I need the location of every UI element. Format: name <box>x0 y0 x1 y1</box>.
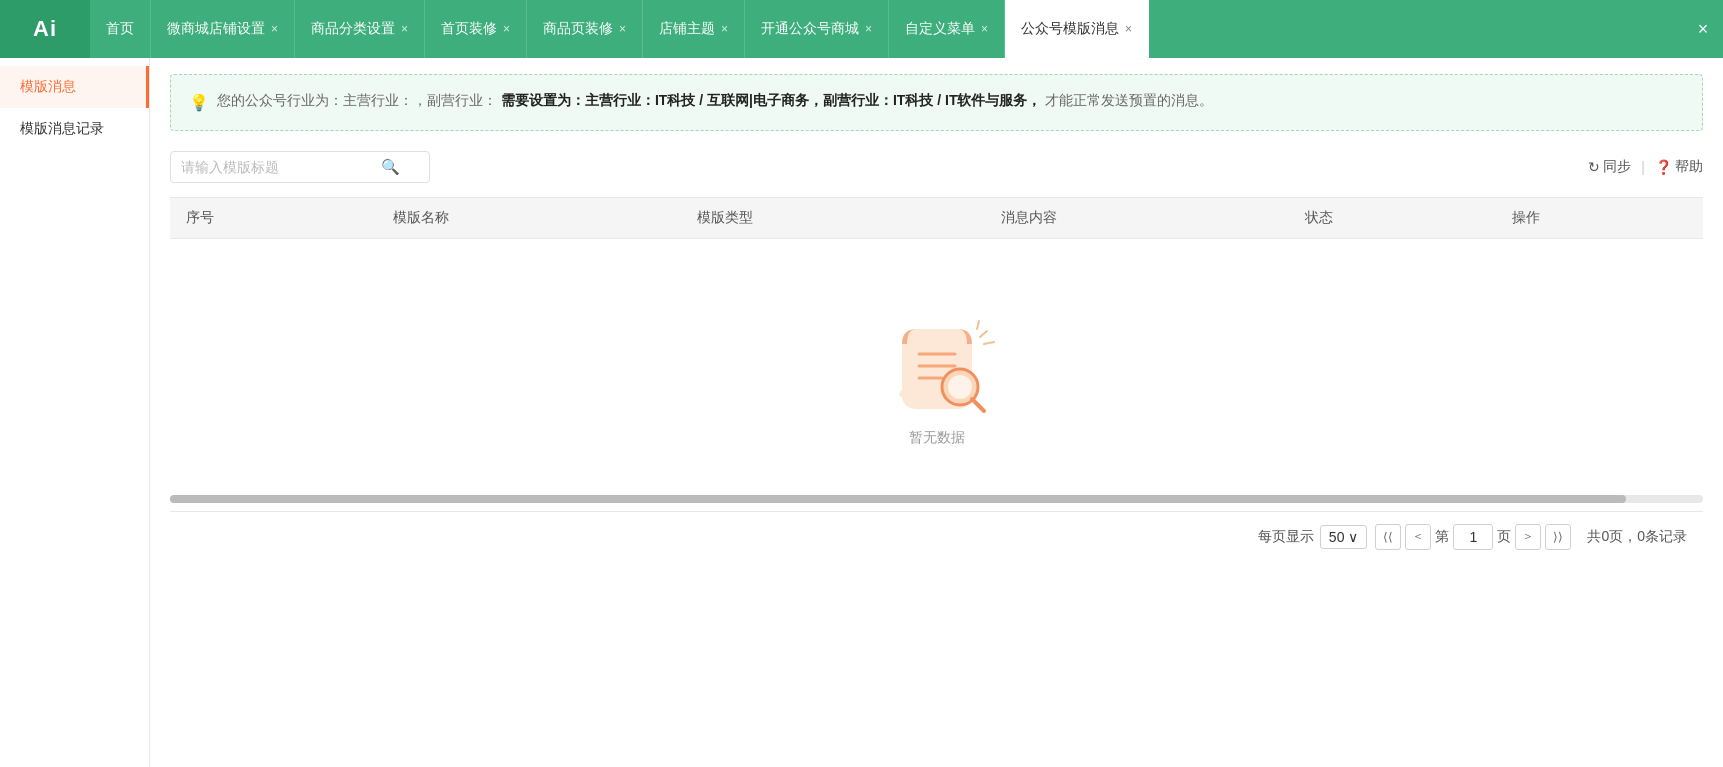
page-size-value: 50 <box>1329 529 1345 545</box>
nav-tab-open-shop[interactable]: 开通公众号商城 × <box>745 0 889 58</box>
close-tab-icon[interactable]: × <box>401 22 408 36</box>
notice-text: 您的公众号行业为：主营行业：，副营行业： 需要设置为：主营行业：IT科技 / 互… <box>217 89 1213 111</box>
last-page-button[interactable]: ⟩⟩ <box>1545 524 1571 550</box>
empty-state-cell: 暂无数据 <box>170 238 1703 487</box>
prev-page-button[interactable]: ＜ <box>1405 524 1431 550</box>
search-input-wrap[interactable]: 🔍 <box>170 151 430 183</box>
table-header-row: 序号模版名称模版类型消息内容状态操作 <box>170 197 1703 238</box>
top-nav: Ai 首页微商城店铺设置×商品分类设置×首页装修×商品页装修×店铺主题×开通公众… <box>0 0 1723 58</box>
empty-text: 暂无数据 <box>909 429 965 447</box>
notice-banner: 💡 您的公众号行业为：主营行业：，副营行业： 需要设置为：主营行业：IT科技 /… <box>170 74 1703 131</box>
nav-tab-category-settings[interactable]: 商品分类设置 × <box>295 0 425 58</box>
close-tab-icon[interactable]: × <box>721 22 728 36</box>
close-tab-icon[interactable]: × <box>981 22 988 36</box>
nav-tab-custom-menu[interactable]: 自定义菜单 × <box>889 0 1005 58</box>
search-input[interactable] <box>181 159 381 175</box>
search-bar: 🔍 ↻ 同步 | ❓ 帮助 <box>170 151 1703 183</box>
nav-tab-label: 商品分类设置 <box>311 20 395 38</box>
table-header: 序号模版名称模版类型消息内容状态操作 <box>170 197 1703 238</box>
close-tab-icon[interactable]: × <box>271 22 278 36</box>
toolbar-right: ↻ 同步 | ❓ 帮助 <box>1588 158 1703 176</box>
nav-tab-product-decor[interactable]: 商品页装修 × <box>527 0 643 58</box>
svg-line-6 <box>972 399 984 411</box>
page-size-dropdown[interactable]: 50 ∨ <box>1320 525 1368 549</box>
logo: Ai <box>0 0 90 58</box>
sidebar-item-template-record[interactable]: 模版消息记录 <box>0 108 149 150</box>
main-layout: 模版消息模版消息记录 💡 您的公众号行业为：主营行业：，副营行业： 需要设置为：… <box>0 58 1723 767</box>
nav-tab-shop-settings[interactable]: 微商城店铺设置 × <box>151 0 295 58</box>
page-number-input[interactable] <box>1453 524 1493 550</box>
close-tab-icon[interactable]: × <box>503 22 510 36</box>
nav-tab-label: 开通公众号商城 <box>761 20 859 38</box>
empty-state: 暂无数据 <box>170 239 1703 487</box>
col-header-content: 消息内容 <box>985 197 1289 238</box>
nav-tab-template-msg[interactable]: 公众号模版消息 × <box>1005 0 1149 58</box>
pagination-bar: 每页显示 50 ∨ ⟨⟨ ＜ 第 页 ＞ ⟩⟩ 共0页，0条记录 <box>170 511 1703 550</box>
svg-line-7 <box>980 331 987 337</box>
content-area: 💡 您的公众号行业为：主营行业：，副营行业： 需要设置为：主营行业：IT科技 /… <box>150 58 1723 767</box>
refresh-icon: ↻ <box>1588 159 1600 175</box>
help-icon: ❓ <box>1655 159 1672 175</box>
col-header-name: 模版名称 <box>377 197 681 238</box>
nav-tab-label: 首页装修 <box>441 20 497 38</box>
scrollbar-thumb[interactable] <box>170 495 1626 503</box>
close-tab-icon[interactable]: × <box>619 22 626 36</box>
nav-tab-label: 店铺主题 <box>659 20 715 38</box>
col-header-action: 操作 <box>1496 197 1703 238</box>
svg-line-9 <box>977 321 979 329</box>
col-header-status: 状态 <box>1289 197 1496 238</box>
nav-tabs: 首页微商城店铺设置×商品分类设置×首页装修×商品页装修×店铺主题×开通公众号商城… <box>90 0 1683 58</box>
nav-tab-label: 微商城店铺设置 <box>167 20 265 38</box>
sidebar: 模版消息模版消息记录 <box>0 58 150 767</box>
page-nav: ⟨⟨ ＜ 第 页 ＞ ⟩⟩ <box>1375 524 1571 550</box>
nav-tab-label: 首页 <box>106 20 134 38</box>
close-tab-icon[interactable]: × <box>865 22 872 36</box>
table-body: 暂无数据 <box>170 238 1703 487</box>
nav-tab-label: 商品页装修 <box>543 20 613 38</box>
svg-point-5 <box>948 375 972 399</box>
empty-state-row: 暂无数据 <box>170 238 1703 487</box>
data-table: 序号模版名称模版类型消息内容状态操作 <box>170 197 1703 487</box>
sync-label: 同步 <box>1603 158 1631 176</box>
nav-tab-home-decor[interactable]: 首页装修 × <box>425 0 527 58</box>
notice-highlight: 需要设置为：主营行业：IT科技 / 互联网|电子商务，副营行业：IT科技 / I… <box>501 92 1042 108</box>
nav-tab-label: 公众号模版消息 <box>1021 20 1119 38</box>
page-size-select: 每页显示 50 ∨ <box>1258 525 1368 549</box>
bulb-icon: 💡 <box>189 90 209 116</box>
nav-tab-label: 自定义菜单 <box>905 20 975 38</box>
page-label: 第 <box>1435 528 1449 546</box>
search-icon[interactable]: 🔍 <box>381 158 400 176</box>
empty-illustration <box>872 299 1002 429</box>
col-header-seq: 序号 <box>170 197 377 238</box>
first-page-button[interactable]: ⟨⟨ <box>1375 524 1401 550</box>
close-tab-icon[interactable]: × <box>1125 22 1132 36</box>
nav-tab-shop-theme[interactable]: 店铺主题 × <box>643 0 745 58</box>
divider: | <box>1641 159 1645 175</box>
close-all-tabs-button[interactable]: × <box>1683 0 1723 58</box>
sidebar-item-template-msg[interactable]: 模版消息 <box>0 66 149 108</box>
nav-tab-home[interactable]: 首页 <box>90 0 151 58</box>
page-size-label: 每页显示 <box>1258 528 1314 546</box>
scrollbar-track[interactable] <box>170 495 1703 503</box>
logo-text: Ai <box>33 16 57 42</box>
page-unit: 页 <box>1497 528 1511 546</box>
next-page-button[interactable]: ＞ <box>1515 524 1541 550</box>
chevron-down-icon: ∨ <box>1348 529 1358 545</box>
page-total: 共0页，0条记录 <box>1587 528 1687 546</box>
svg-line-8 <box>984 342 994 344</box>
help-button[interactable]: ❓ 帮助 <box>1655 158 1703 176</box>
col-header-type: 模版类型 <box>681 197 985 238</box>
sync-button[interactable]: ↻ 同步 <box>1588 158 1631 176</box>
help-label: 帮助 <box>1675 158 1703 176</box>
